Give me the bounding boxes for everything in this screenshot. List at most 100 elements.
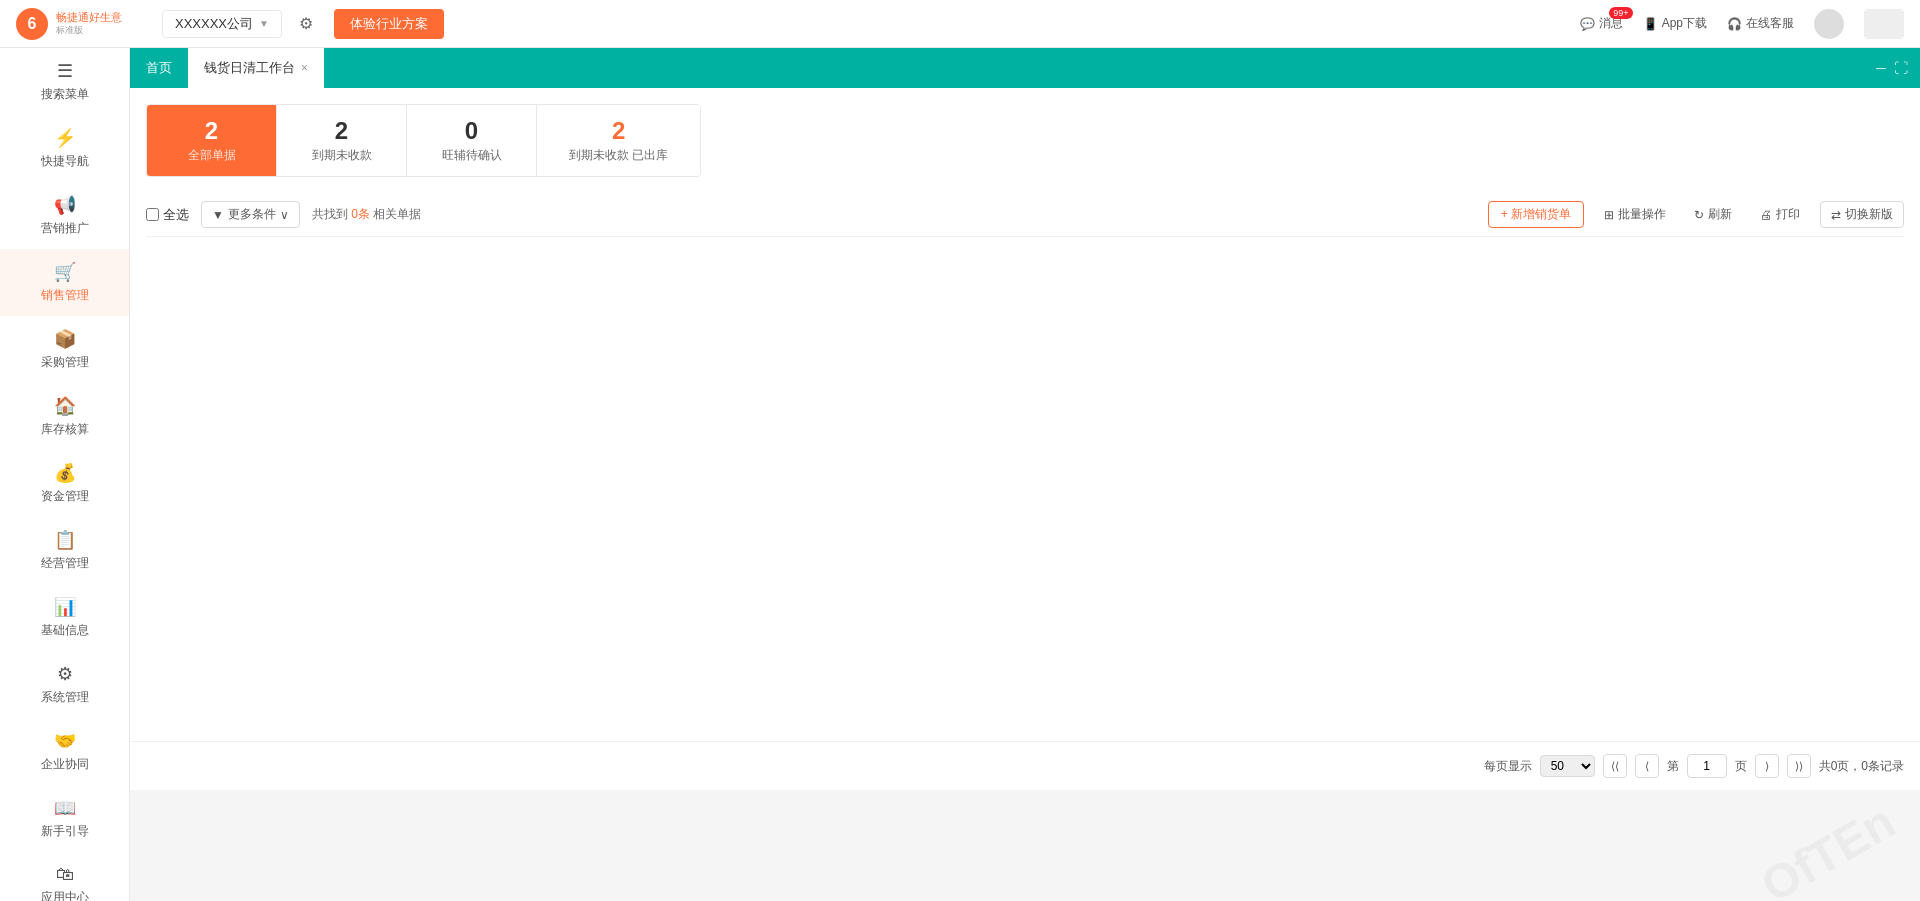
sidebar-item-enterprise[interactable]: 🤝 企业协同 [0, 718, 129, 785]
sidebar-item-system[interactable]: ⚙ 系统管理 [0, 651, 129, 718]
tab-active-label: 钱货日清工作台 [204, 59, 295, 77]
sidebar-item-inventory[interactable]: 🏠 库存核算 [0, 383, 129, 450]
quicknav-icon: ⚡ [54, 127, 76, 149]
purchase-icon: 📦 [54, 328, 76, 350]
sidebar-label-guide: 新手引导 [41, 823, 89, 840]
more-conditions-label: 更多条件 [228, 206, 276, 223]
sidebar-label-appstore: 应用中心 [41, 889, 89, 901]
sidebar-item-base[interactable]: 📊 基础信息 [0, 584, 129, 651]
sidebar-label-operation: 经营管理 [41, 555, 89, 572]
tab-maximize-icon[interactable]: ⛶ [1894, 60, 1908, 76]
select-all-checkbox[interactable]: 全选 [146, 206, 189, 224]
total-label: 共0页，0条记录 [1819, 758, 1904, 775]
table-area [146, 245, 1904, 725]
toolbar: 全选 ▼ 更多条件 ∨ 共找到 0条 相关单据 + 新增销货单 [146, 193, 1904, 237]
select-all-label: 全选 [163, 206, 189, 224]
switch-icon: ⇄ [1831, 208, 1841, 222]
last-page-button[interactable]: ⟩⟩ [1787, 754, 1811, 778]
settings-icon-btn[interactable]: ⚙ [290, 8, 322, 40]
tab-minimize-icon[interactable]: ─ [1876, 60, 1886, 76]
tab-active[interactable]: 钱货日清工作台 × [188, 48, 324, 88]
sidebar-label-finance: 资金管理 [41, 488, 89, 505]
refresh-button[interactable]: ↻ 刷新 [1686, 202, 1740, 227]
stat-number-shipped: 2 [569, 117, 668, 145]
logo-sub: 标准版 [56, 24, 122, 37]
per-page-select[interactable]: 50 100 200 [1540, 755, 1595, 777]
inner-content: 2 全部单据 2 到期未收款 0 旺辅待确认 2 到期未收款 已出库 [130, 88, 1920, 741]
logo-text: 畅捷通好生意 [56, 10, 122, 24]
sidebar-label-marketing: 营销推广 [41, 220, 89, 237]
tab-right: ─ ⛶ [1876, 60, 1920, 76]
sidebar-item-search[interactable]: ☰ 搜索菜单 [0, 48, 129, 115]
page-number-input[interactable] [1687, 754, 1727, 778]
tab-home-label: 首页 [146, 59, 172, 77]
prev-page-button[interactable]: ⟨ [1635, 754, 1659, 778]
appstore-icon: 🛍 [56, 864, 74, 885]
message-button[interactable]: 💬 消息 99+ [1580, 15, 1623, 32]
inventory-icon: 🏠 [54, 395, 76, 417]
tab-home[interactable]: 首页 [130, 48, 188, 88]
switch-new-version-button[interactable]: ⇄ 切换新版 [1820, 201, 1904, 228]
page-suffix: 页 [1735, 758, 1747, 775]
operation-icon: 📋 [54, 529, 76, 551]
tab-close-icon[interactable]: × [301, 61, 308, 75]
stat-number-wangpu: 0 [439, 117, 504, 145]
try-industry-button[interactable]: 体验行业方案 [334, 9, 444, 39]
sidebar-label-search: 搜索菜单 [41, 86, 89, 103]
select-all-input[interactable] [146, 208, 159, 221]
stat-label-shipped: 到期未收款 已出库 [569, 147, 668, 164]
sidebar-item-purchase[interactable]: 📦 采购管理 [0, 316, 129, 383]
app-download-icon: 📱 [1643, 17, 1658, 31]
message-badge: 99+ [1609, 7, 1632, 19]
tab-bar: 首页 钱货日清工作台 × ─ ⛶ [130, 48, 1920, 88]
sidebar-label-sales: 销售管理 [41, 287, 89, 304]
sidebar-label-inventory: 库存核算 [41, 421, 89, 438]
page-content: 2 全部单据 2 到期未收款 0 旺辅待确认 2 到期未收款 已出库 [130, 88, 1920, 901]
sidebar-item-quicknav[interactable]: ⚡ 快捷导航 [0, 115, 129, 182]
app-download-button[interactable]: 📱 App下载 [1643, 15, 1707, 32]
headset-icon: 🎧 [1727, 17, 1742, 31]
user-menu[interactable] [1864, 9, 1904, 39]
chevron-icon: ∨ [280, 208, 289, 222]
sidebar-label-purchase: 采购管理 [41, 354, 89, 371]
batch-operations-button[interactable]: ⊞ 批量操作 [1596, 202, 1674, 227]
filter-icon: ▼ [212, 208, 224, 222]
system-icon: ⚙ [57, 663, 73, 685]
chevron-down-icon: ▼ [259, 18, 269, 29]
sidebar-label-system: 系统管理 [41, 689, 89, 706]
sidebar-item-guide[interactable]: 📖 新手引导 [0, 785, 129, 852]
top-header: 6 畅捷通好生意 标准版 XXXXXX公司 ▼ ⚙ 体验行业方案 💬 消息 99… [0, 0, 1920, 48]
message-icon: 💬 [1580, 17, 1595, 31]
stat-label-all: 全部单据 [179, 147, 244, 164]
sidebar: ☰ 搜索菜单 ⚡ 快捷导航 📢 营销推广 🛒 销售管理 📦 采购管理 🏠 库存核… [0, 48, 130, 901]
company-name: XXXXXX公司 [175, 15, 253, 33]
sidebar-label-quicknav: 快捷导航 [41, 153, 89, 170]
sidebar-item-marketing[interactable]: 📢 营销推广 [0, 182, 129, 249]
sidebar-label-enterprise: 企业协同 [41, 756, 89, 773]
stat-card-overdue[interactable]: 2 到期未收款 [277, 105, 407, 176]
stat-card-wangpu[interactable]: 0 旺辅待确认 [407, 105, 537, 176]
sidebar-item-operation[interactable]: 📋 经营管理 [0, 517, 129, 584]
avatar[interactable] [1814, 9, 1844, 39]
sidebar-item-sales[interactable]: 🛒 销售管理 [0, 249, 129, 316]
page-label: 第 [1667, 758, 1679, 775]
more-conditions-button[interactable]: ▼ 更多条件 ∨ [201, 201, 300, 228]
batch-icon: ⊞ [1604, 208, 1614, 222]
first-page-button[interactable]: ⟨⟨ [1603, 754, 1627, 778]
print-button[interactable]: 🖨 打印 [1752, 202, 1808, 227]
stat-card-shipped[interactable]: 2 到期未收款 已出库 [537, 105, 700, 176]
company-selector[interactable]: XXXXXX公司 ▼ [162, 10, 282, 38]
marketing-icon: 📢 [54, 194, 76, 216]
enterprise-icon: 🤝 [54, 730, 76, 752]
main-content: 首页 钱货日清工作台 × ─ ⛶ 2 全部单据 [130, 48, 1920, 901]
new-sales-order-button[interactable]: + 新增销货单 [1488, 201, 1584, 228]
finance-icon: 💰 [54, 462, 76, 484]
sidebar-item-appstore[interactable]: 🛍 应用中心 [0, 852, 129, 901]
sidebar-item-finance[interactable]: 💰 资金管理 [0, 450, 129, 517]
stat-label-wangpu: 旺辅待确认 [439, 147, 504, 164]
header-right: 💬 消息 99+ 📱 App下载 🎧 在线客服 [1580, 9, 1904, 39]
logo-icon: 6 [16, 8, 48, 40]
online-service-button[interactable]: 🎧 在线客服 [1727, 15, 1794, 32]
next-page-button[interactable]: ⟩ [1755, 754, 1779, 778]
stat-card-all[interactable]: 2 全部单据 [147, 105, 277, 176]
